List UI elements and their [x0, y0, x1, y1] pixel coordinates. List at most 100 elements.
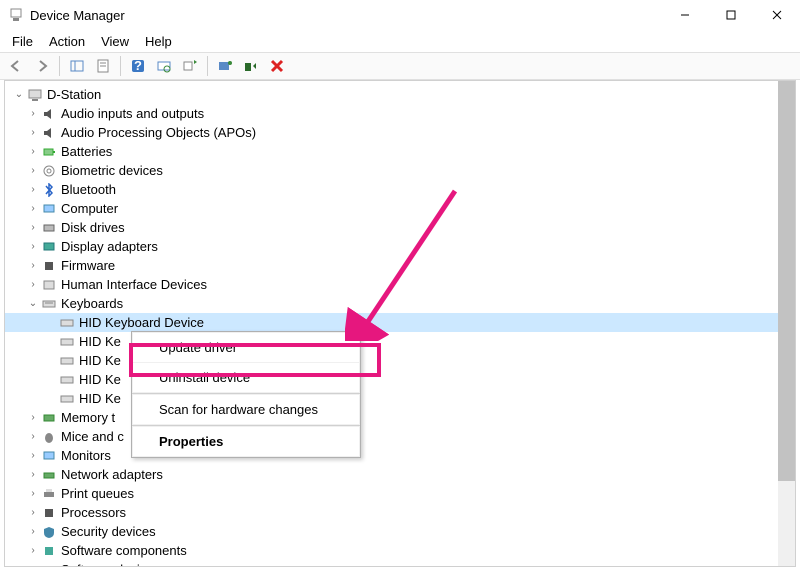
scan-hardware-button[interactable]	[152, 54, 176, 78]
close-button[interactable]	[754, 0, 800, 30]
scrollbar-thumb[interactable]	[778, 81, 795, 481]
firmware-icon	[41, 258, 57, 274]
audio-icon	[41, 106, 57, 122]
expander-icon[interactable]: ›	[25, 524, 41, 540]
menu-view[interactable]: View	[93, 32, 137, 51]
disable-device-button[interactable]	[239, 54, 263, 78]
properties-button[interactable]	[91, 54, 115, 78]
mouse-icon	[41, 429, 57, 445]
forward-button[interactable]	[30, 54, 54, 78]
tree-category[interactable]: ›Computer	[5, 199, 795, 218]
menubar: File Action View Help	[0, 30, 800, 52]
monitor-icon	[41, 448, 57, 464]
toolbar-separator	[207, 56, 208, 76]
expander-icon[interactable]: ›	[25, 277, 41, 293]
keyboard-icon	[59, 391, 75, 407]
menu-help[interactable]: Help	[137, 32, 180, 51]
tree-label: HID Ke	[79, 334, 121, 349]
scrollbar-vertical[interactable]	[778, 81, 795, 566]
expander-icon[interactable]: ›	[25, 220, 41, 236]
tree-category[interactable]: ›Print queues	[5, 484, 795, 503]
ctx-update-driver[interactable]: Update driver	[133, 333, 359, 362]
expander-icon[interactable]: ›	[25, 182, 41, 198]
tree-label: Software components	[61, 543, 187, 558]
expander-icon[interactable]: ›	[25, 106, 41, 122]
help-button[interactable]: ?	[126, 54, 150, 78]
ctx-label: Uninstall device	[159, 370, 250, 385]
tree-category[interactable]: › Human Interface Devices	[5, 275, 795, 294]
tree-label: Display adapters	[61, 239, 158, 254]
expander-icon[interactable]: ›	[25, 505, 41, 521]
tree-category[interactable]: ›Software devices	[5, 560, 795, 566]
expander-icon[interactable]: ›	[25, 467, 41, 483]
context-menu: Update driver Uninstall device Scan for …	[131, 331, 361, 458]
tree-category-keyboards[interactable]: ⌄ Keyboards	[5, 294, 795, 313]
show-hide-tree-button[interactable]	[65, 54, 89, 78]
update-driver-button[interactable]	[178, 54, 202, 78]
tree-device[interactable]: HID Ke	[5, 389, 795, 408]
expander-icon[interactable]: ›	[25, 163, 41, 179]
tree-category[interactable]: › Firmware	[5, 256, 795, 275]
tree-category[interactable]: ›Security devices	[5, 522, 795, 541]
toolbar-separator	[59, 56, 60, 76]
tree-category[interactable]: › Bluetooth	[5, 180, 795, 199]
maximize-button[interactable]	[708, 0, 754, 30]
tree-category[interactable]: › Batteries	[5, 142, 795, 161]
ctx-uninstall-device[interactable]: Uninstall device	[133, 363, 359, 392]
tree-label: HID Keyboard Device	[79, 315, 204, 330]
tree-category[interactable]: › Software components	[5, 541, 795, 560]
tree-category[interactable]: ›Disk drives	[5, 218, 795, 237]
tree-category[interactable]: ›Memory t	[5, 408, 795, 427]
expander-icon[interactable]: ›	[25, 448, 41, 464]
printer-icon	[41, 486, 57, 502]
tree-device-selected[interactable]: HID Keyboard Device	[5, 313, 795, 332]
tree-label: Human Interface Devices	[61, 277, 207, 292]
menu-file[interactable]: File	[4, 32, 41, 51]
expander-icon[interactable]: ›	[25, 543, 41, 559]
expander-icon[interactable]: ›	[25, 144, 41, 160]
tree-root[interactable]: ⌄ D-Station	[5, 85, 795, 104]
expander-icon[interactable]: ›	[25, 239, 41, 255]
expander-icon[interactable]: ›	[25, 125, 41, 141]
toolbar-separator	[120, 56, 121, 76]
tree-category[interactable]: ›Network adapters	[5, 465, 795, 484]
back-button[interactable]	[4, 54, 28, 78]
uninstall-device-button[interactable]	[265, 54, 289, 78]
security-icon	[41, 524, 57, 540]
expander-icon[interactable]: ›	[25, 429, 41, 445]
keyboard-icon	[59, 372, 75, 388]
expander-icon[interactable]: ›	[25, 562, 41, 567]
tree-label: Batteries	[61, 144, 112, 159]
tree-device[interactable]: HID Ke	[5, 370, 795, 389]
tree-label: Keyboards	[61, 296, 123, 311]
tree-label: Monitors	[61, 448, 111, 463]
biometric-icon	[41, 163, 57, 179]
tree-category[interactable]: › Monitors	[5, 446, 795, 465]
tree-category[interactable]: › Display adapters	[5, 237, 795, 256]
memory-icon	[41, 410, 57, 426]
expander-icon[interactable]: ⌄	[25, 296, 41, 312]
tree-label: HID Ke	[79, 372, 121, 387]
device-tree[interactable]: ⌄ D-Station ›Audio inputs and outputs ›A…	[5, 81, 795, 566]
tree-category[interactable]: ›Audio inputs and outputs	[5, 104, 795, 123]
expander-icon[interactable]: ⌄	[11, 87, 27, 103]
tree-category[interactable]: ›Audio Processing Objects (APOs)	[5, 123, 795, 142]
enable-device-button[interactable]	[213, 54, 237, 78]
tree-category[interactable]: ›Biometric devices	[5, 161, 795, 180]
window-title: Device Manager	[30, 8, 662, 23]
tree-device[interactable]: HID Ke	[5, 351, 795, 370]
ctx-scan-hardware[interactable]: Scan for hardware changes	[133, 395, 359, 424]
expander-icon[interactable]: ›	[25, 410, 41, 426]
tree-label: Bluetooth	[61, 182, 116, 197]
tree-device[interactable]: HID Ke	[5, 332, 795, 351]
battery-icon	[41, 144, 57, 160]
tree-category[interactable]: ›Processors	[5, 503, 795, 522]
ctx-properties[interactable]: Properties	[133, 427, 359, 456]
expander-icon[interactable]: ›	[25, 201, 41, 217]
tree-category[interactable]: ›Mice and c	[5, 427, 795, 446]
menu-action[interactable]: Action	[41, 32, 93, 51]
expander-icon[interactable]: ›	[25, 258, 41, 274]
minimize-button[interactable]	[662, 0, 708, 30]
tree-label: Firmware	[61, 258, 115, 273]
expander-icon[interactable]: ›	[25, 486, 41, 502]
